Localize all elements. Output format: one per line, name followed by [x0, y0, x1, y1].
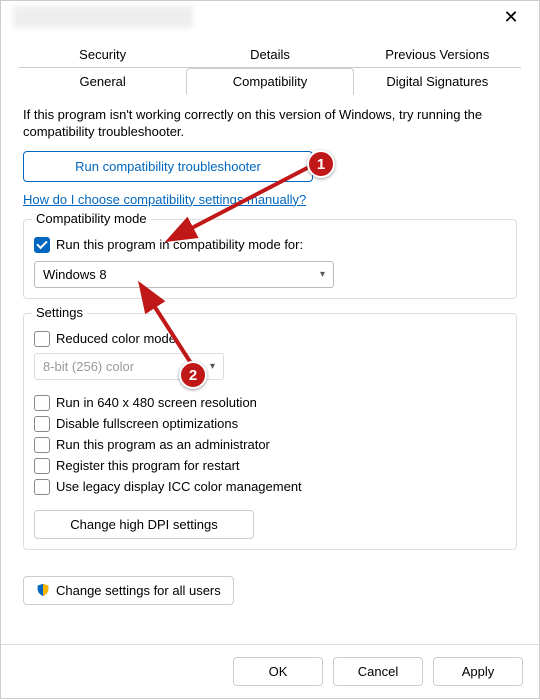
manual-settings-link[interactable]: How do I choose compatibility settings m… [23, 192, 306, 207]
reduced-color-checkbox[interactable] [34, 331, 50, 347]
legacy-icc-checkbox[interactable] [34, 479, 50, 495]
uac-shield-icon [36, 583, 50, 597]
settings-group: Settings Reduced color mode 8-bit (256) … [23, 313, 517, 550]
tab-digital-signatures[interactable]: Digital Signatures [354, 68, 521, 95]
ok-button[interactable]: OK [233, 657, 323, 686]
run-640x480-checkbox[interactable] [34, 395, 50, 411]
disable-fullscreen-checkbox[interactable] [34, 416, 50, 432]
compat-mode-checkbox-row[interactable]: Run this program in compatibility mode f… [34, 237, 506, 253]
chevron-down-icon: ▾ [320, 269, 325, 280]
legacy-icc-label: Use legacy display ICC color management [56, 479, 302, 494]
change-high-dpi-button[interactable]: Change high DPI settings [34, 510, 254, 539]
intro-text: If this program isn't working correctly … [23, 107, 517, 141]
run-640x480-label: Run in 640 x 480 screen resolution [56, 395, 257, 410]
chevron-down-icon: ▾ [210, 361, 215, 372]
run-compatibility-troubleshooter-button[interactable]: Run compatibility troubleshooter [23, 151, 313, 182]
apply-button[interactable]: Apply [433, 657, 523, 686]
compat-mode-checkbox[interactable] [34, 237, 50, 253]
dialog-footer: OK Cancel Apply [1, 644, 539, 698]
disable-fullscreen-row[interactable]: Disable fullscreen optimizations [34, 416, 506, 432]
tab-general[interactable]: General [19, 68, 186, 95]
close-icon: ✕ [503, 7, 518, 28]
reduced-color-row[interactable]: Reduced color mode [34, 331, 506, 347]
all-users-row: Change settings for all users [1, 570, 539, 609]
color-depth-select[interactable]: 8-bit (256) color ▾ [34, 353, 224, 380]
cancel-button[interactable]: Cancel [333, 657, 423, 686]
reduced-color-label: Reduced color mode [56, 331, 176, 346]
tab-details[interactable]: Details [186, 41, 353, 68]
tab-compatibility[interactable]: Compatibility [186, 68, 353, 95]
register-restart-checkbox[interactable] [34, 458, 50, 474]
legacy-icc-row[interactable]: Use legacy display ICC color management [34, 479, 506, 495]
register-restart-row[interactable]: Register this program for restart [34, 458, 506, 474]
compat-mode-select-value: Windows 8 [43, 267, 107, 282]
change-settings-all-users-button[interactable]: Change settings for all users [23, 576, 234, 605]
tab-strip: Security Details Previous Versions Gener… [19, 41, 521, 95]
compatibility-mode-title: Compatibility mode [32, 211, 151, 226]
window-title-blurred [13, 6, 193, 28]
disable-fullscreen-label: Disable fullscreen optimizations [56, 416, 238, 431]
tab-previous-versions[interactable]: Previous Versions [354, 41, 521, 68]
tab-panel-compatibility: If this program isn't working correctly … [1, 95, 539, 570]
settings-group-title: Settings [32, 305, 87, 320]
close-button[interactable]: ✕ [491, 3, 531, 31]
title-bar: ✕ [1, 1, 539, 33]
color-depth-value: 8-bit (256) color [43, 359, 134, 374]
run-as-admin-label: Run this program as an administrator [56, 437, 270, 452]
tab-row-1: Security Details Previous Versions [19, 41, 521, 68]
compat-mode-select[interactable]: Windows 8 ▾ [34, 261, 334, 288]
tab-security[interactable]: Security [19, 41, 186, 68]
run-as-admin-checkbox[interactable] [34, 437, 50, 453]
compat-mode-checkbox-label: Run this program in compatibility mode f… [56, 237, 303, 252]
compatibility-mode-group: Compatibility mode Run this program in c… [23, 219, 517, 299]
change-settings-all-users-label: Change settings for all users [56, 583, 221, 598]
run-as-admin-row[interactable]: Run this program as an administrator [34, 437, 506, 453]
run-640x480-row[interactable]: Run in 640 x 480 screen resolution [34, 395, 506, 411]
tab-row-2: General Compatibility Digital Signatures [19, 67, 521, 95]
register-restart-label: Register this program for restart [56, 458, 240, 473]
